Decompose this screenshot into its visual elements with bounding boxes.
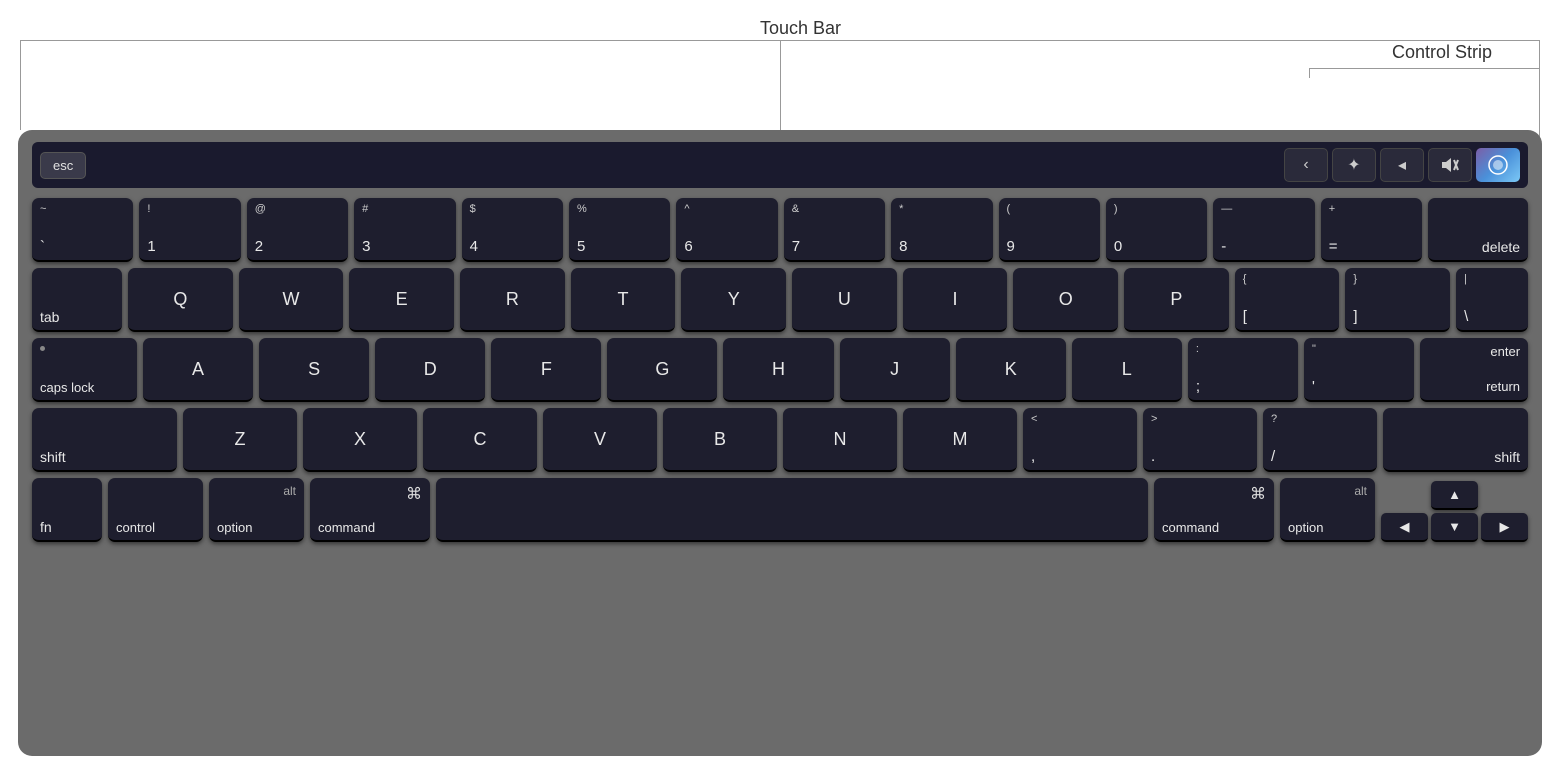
cs-siri[interactable]: [1476, 148, 1520, 182]
cs-line-right-t2: [1309, 68, 1310, 78]
key-capslock[interactable]: caps lock: [32, 338, 137, 402]
key-backslash[interactable]: | \: [1456, 268, 1528, 332]
key-h[interactable]: H: [723, 338, 833, 402]
tb-line-left: [20, 40, 21, 130]
key-semicolon[interactable]: : ;: [1188, 338, 1298, 402]
key-6[interactable]: ^ 6: [676, 198, 777, 262]
key-o[interactable]: O: [1013, 268, 1118, 332]
cs-chevron[interactable]: ‹: [1284, 148, 1328, 182]
key-m[interactable]: M: [903, 408, 1017, 472]
key-a[interactable]: A: [143, 338, 253, 402]
keyboard-container: esc ‹ ✦ ◂ ~ `: [18, 130, 1542, 756]
key-q[interactable]: Q: [128, 268, 233, 332]
key-equals[interactable]: + =: [1321, 198, 1422, 262]
touch-bar: esc ‹ ✦ ◂: [32, 142, 1528, 188]
qwerty-row: tab Q W E R T Y U I O P { [ } ]: [32, 268, 1528, 332]
arrow-up-row: ▲: [1381, 481, 1528, 510]
key-n[interactable]: N: [783, 408, 897, 472]
key-fn[interactable]: fn: [32, 478, 102, 542]
key-r[interactable]: R: [460, 268, 565, 332]
arrow-keys: ▲ ◀ ▼ ▶: [1381, 481, 1528, 542]
key-shift-right[interactable]: shift: [1383, 408, 1528, 472]
key-2[interactable]: @ 2: [247, 198, 348, 262]
key-1[interactable]: ! 1: [139, 198, 240, 262]
key-u[interactable]: U: [792, 268, 897, 332]
capslock-indicator: [40, 346, 45, 351]
keyboard: esc ‹ ✦ ◂ ~ `: [18, 130, 1542, 756]
key-option-right[interactable]: alt option: [1280, 478, 1375, 542]
esc-key[interactable]: esc: [40, 152, 86, 179]
cs-brightness[interactable]: ✦: [1332, 148, 1376, 182]
key-d[interactable]: D: [375, 338, 485, 402]
key-lbracket[interactable]: { [: [1235, 268, 1340, 332]
key-v[interactable]: V: [543, 408, 657, 472]
modifier-row: fn control alt option ⌘ command ⌘ comman…: [32, 478, 1528, 542]
control-strip-label: Control Strip: [1392, 42, 1492, 63]
key-space[interactable]: [436, 478, 1148, 542]
key-arrow-up[interactable]: ▲: [1431, 481, 1478, 510]
key-control[interactable]: control: [108, 478, 203, 542]
cs-line-top: [1310, 68, 1540, 69]
key-i[interactable]: I: [903, 268, 1008, 332]
key-slash[interactable]: ? /: [1263, 408, 1377, 472]
key-t[interactable]: T: [571, 268, 676, 332]
key-4[interactable]: $ 4: [462, 198, 563, 262]
key-period[interactable]: > .: [1143, 408, 1257, 472]
key-shift-left[interactable]: shift: [32, 408, 177, 472]
key-rows: ~ ` ! 1 @ 2 # 3 $ 4: [32, 198, 1528, 542]
arrow-bottom-row: ◀ ▼ ▶: [1381, 513, 1528, 542]
key-j[interactable]: J: [840, 338, 950, 402]
key-5[interactable]: % 5: [569, 198, 670, 262]
key-f[interactable]: F: [491, 338, 601, 402]
key-c[interactable]: C: [423, 408, 537, 472]
key-y[interactable]: Y: [681, 268, 786, 332]
key-g[interactable]: G: [607, 338, 717, 402]
key-arrow-left[interactable]: ◀: [1381, 513, 1428, 542]
key-command-left[interactable]: ⌘ command: [310, 478, 430, 542]
key-x[interactable]: X: [303, 408, 417, 472]
key-comma[interactable]: < ,: [1023, 408, 1137, 472]
key-rbracket[interactable]: } ]: [1345, 268, 1450, 332]
key-s[interactable]: S: [259, 338, 369, 402]
key-w[interactable]: W: [239, 268, 344, 332]
touch-bar-label: Touch Bar: [760, 18, 841, 39]
key-k[interactable]: K: [956, 338, 1066, 402]
key-9[interactable]: ( 9: [999, 198, 1100, 262]
key-option-left[interactable]: alt option: [209, 478, 304, 542]
key-minus[interactable]: — -: [1213, 198, 1314, 262]
bottom-letter-row: shift Z X C V B N M < , > . ?: [32, 408, 1528, 472]
control-strip: ‹ ✦ ◂: [1284, 148, 1520, 182]
key-b[interactable]: B: [663, 408, 777, 472]
key-tab[interactable]: tab: [32, 268, 122, 332]
cs-volume[interactable]: ◂: [1380, 148, 1424, 182]
key-e[interactable]: E: [349, 268, 454, 332]
cs-mute[interactable]: [1428, 148, 1472, 182]
key-7[interactable]: & 7: [784, 198, 885, 262]
key-quote[interactable]: " ': [1304, 338, 1414, 402]
key-grave[interactable]: ~ `: [32, 198, 133, 262]
key-0[interactable]: ) 0: [1106, 198, 1207, 262]
home-row: caps lock A S D F G H J K L : ; " ': [32, 338, 1528, 402]
key-delete[interactable]: delete: [1428, 198, 1528, 262]
key-arrow-right[interactable]: ▶: [1481, 513, 1528, 542]
key-p[interactable]: P: [1124, 268, 1229, 332]
tb-line-top: [20, 40, 1540, 41]
key-enter[interactable]: enter return: [1420, 338, 1528, 402]
tb-line-right: [1539, 40, 1540, 130]
key-arrow-down[interactable]: ▼: [1431, 513, 1478, 542]
number-row: ~ ` ! 1 @ 2 # 3 $ 4: [32, 198, 1528, 262]
key-l[interactable]: L: [1072, 338, 1182, 402]
key-3[interactable]: # 3: [354, 198, 455, 262]
key-command-right[interactable]: ⌘ command: [1154, 478, 1274, 542]
key-8[interactable]: * 8: [891, 198, 992, 262]
key-z[interactable]: Z: [183, 408, 297, 472]
